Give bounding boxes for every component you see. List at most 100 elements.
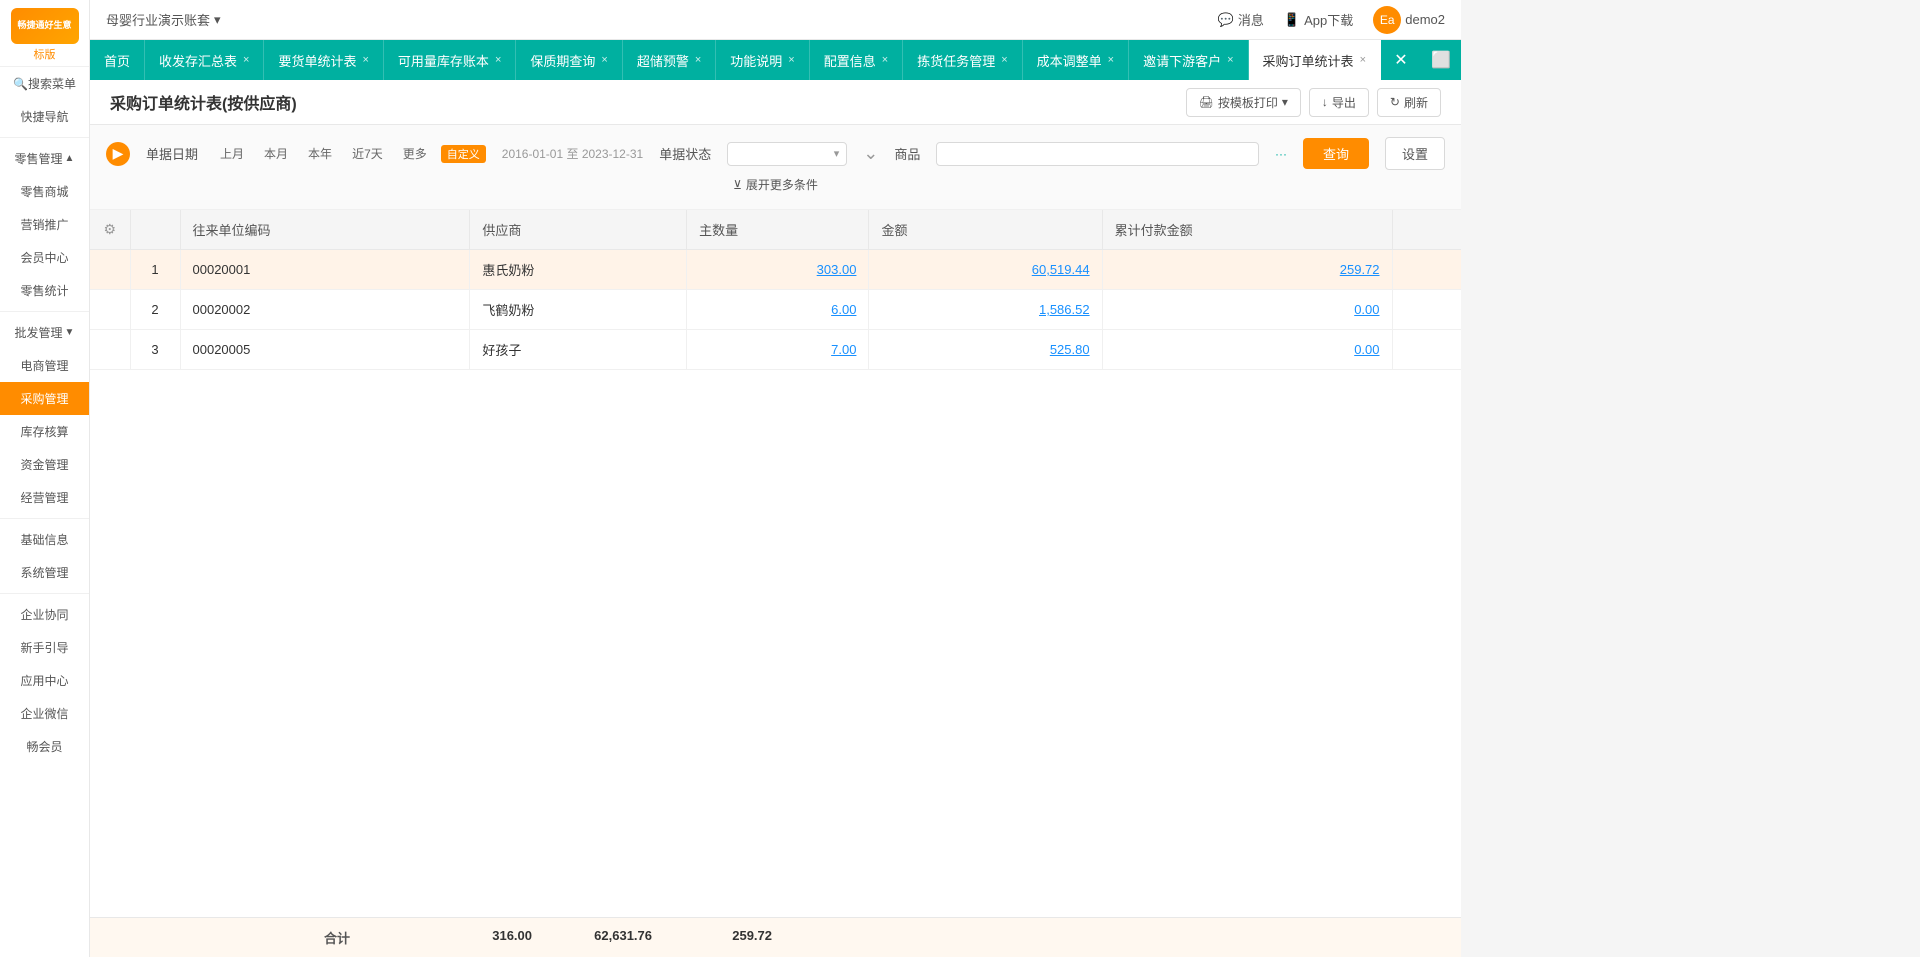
- sidebar-item-enterprise[interactable]: 企业协同: [0, 598, 89, 631]
- td-paid-1[interactable]: 259.72: [1102, 250, 1392, 290]
- tab-receive-pay-label: 收发存汇总表: [159, 51, 237, 70]
- sidebar-item-appstore[interactable]: 应用中心: [0, 664, 89, 697]
- td-index-1: 1: [130, 250, 180, 290]
- app-download-btn[interactable]: 📱 App下载: [1284, 10, 1353, 29]
- filter-expand-row: ⊻ 展开更多条件: [106, 170, 1445, 197]
- tab-invite-downstream[interactable]: 邀请下游客户 ×: [1129, 40, 1248, 80]
- sidebar-item-ops[interactable]: 经营管理: [0, 481, 89, 514]
- tab-purchase-summary-close[interactable]: ×: [1360, 54, 1366, 66]
- status-select[interactable]: [727, 142, 847, 166]
- sidebar-quicknav[interactable]: 快捷导航: [0, 100, 89, 133]
- td-qty-3[interactable]: 7.00: [687, 330, 869, 370]
- sidebar-search[interactable]: 🔍 搜索菜单: [0, 67, 89, 100]
- topnav-home[interactable]: 首页: [90, 40, 145, 80]
- wholesale-arrow: ▼: [65, 327, 75, 338]
- tab-available-stock-close[interactable]: ×: [495, 54, 501, 66]
- th-settings[interactable]: ⚙: [90, 210, 130, 250]
- sidebar-item-purchase[interactable]: 采购管理: [0, 382, 89, 415]
- user-info[interactable]: Ea demo2: [1373, 6, 1445, 34]
- expand-icon: ⊻: [733, 178, 742, 192]
- tab-available-stock[interactable]: 可用量库存账本 ×: [384, 40, 516, 80]
- header-bar: 采购订单统计表(按供应商) 🖨 按模板打印 ▾ ↓ 导出 ↻ 刷新: [90, 80, 1461, 125]
- maximize-btn[interactable]: ⬜: [1421, 40, 1461, 80]
- goods-input[interactable]: [936, 142, 1259, 166]
- shortcut-this-month[interactable]: 本月: [258, 143, 294, 164]
- filter-toggle-btn[interactable]: ▶: [106, 142, 130, 166]
- filter-area: ▶ 单据日期 上月 本月 本年 近7天 更多 自定义 2016-01-01 至 …: [90, 125, 1461, 210]
- footer-total-label: 合计: [312, 931, 362, 946]
- td-qty-1[interactable]: 303.00: [687, 250, 869, 290]
- tab-overstock-alert[interactable]: 超储预警 ×: [623, 40, 716, 80]
- td-settings-1: [90, 250, 130, 290]
- page-content: 采购订单统计表(按供应商) 🖨 按模板打印 ▾ ↓ 导出 ↻ 刷新: [90, 80, 1461, 957]
- sidebar-item-basic[interactable]: 基础信息: [0, 523, 89, 556]
- query-btn[interactable]: 查询: [1303, 138, 1369, 169]
- sidebar-item-retail-stats[interactable]: 零售统计: [0, 274, 89, 307]
- sidebar-item-wholesale[interactable]: 批发管理 ▼: [0, 316, 89, 349]
- template-dropdown-icon: ▾: [1282, 95, 1288, 109]
- sidebar-item-ecommerce[interactable]: 电商管理: [0, 349, 89, 382]
- sidebar-item-vip[interactable]: 畅会员: [0, 730, 89, 763]
- sidebar-item-retail-shop[interactable]: 零售商城: [0, 175, 89, 208]
- sidebar-item-newbie[interactable]: 新手引导: [0, 631, 89, 664]
- sidebar-item-members[interactable]: 会员中心: [0, 241, 89, 274]
- sidebar-item-finance[interactable]: 资金管理: [0, 448, 89, 481]
- setting-btn[interactable]: 设置: [1385, 137, 1445, 170]
- td-qty-2[interactable]: 6.00: [687, 290, 869, 330]
- tab-purchase-summary[interactable]: 采购订单统计表 ×: [1249, 40, 1381, 80]
- template-print-btn[interactable]: 🖨 按模板打印 ▾: [1186, 88, 1301, 117]
- table-row: 1 00020001 惠氏奶粉 303.00 60,519.44 259.72: [90, 250, 1461, 290]
- org-selector[interactable]: 母婴行业演示账套 ▾: [106, 10, 221, 29]
- tab-cost-adjust[interactable]: 成本调整单 ×: [1023, 40, 1129, 80]
- tab-config-close[interactable]: ×: [882, 54, 888, 66]
- tab-pick-task[interactable]: 拣货任务管理 ×: [903, 40, 1022, 80]
- td-settings-2: [90, 290, 130, 330]
- tab-cost-adjust-close[interactable]: ×: [1108, 54, 1114, 66]
- tab-invite-close[interactable]: ×: [1227, 54, 1233, 66]
- shortcut-more[interactable]: 更多: [397, 143, 433, 164]
- sidebar-item-inventory[interactable]: 库存核算: [0, 415, 89, 448]
- tab-expiry-close[interactable]: ×: [601, 54, 607, 66]
- shortcut-this-year[interactable]: 本年: [302, 143, 338, 164]
- tab-function-desc[interactable]: 功能说明 ×: [716, 40, 809, 80]
- close-all-tabs-btn[interactable]: ✕: [1381, 40, 1421, 80]
- td-unit-code-1: 00020001: [180, 250, 470, 290]
- tab-expiry[interactable]: 保质期查询 ×: [516, 40, 622, 80]
- td-amount-2[interactable]: 1,586.52: [869, 290, 1102, 330]
- export-btn[interactable]: ↓ 导出: [1309, 88, 1369, 117]
- shortcut-last-month[interactable]: 上月: [214, 143, 250, 164]
- ecommerce-label: 电商管理: [20, 357, 68, 374]
- app-download-label: App下载: [1304, 10, 1353, 29]
- date-shortcuts: 上月 本月 本年 近7天 更多 自定义: [214, 143, 486, 164]
- sidebar-item-retail-management[interactable]: 零售管理 ▲: [0, 142, 89, 175]
- sidebar-item-wechat[interactable]: 企业微信: [0, 697, 89, 730]
- basic-label: 基础信息: [20, 531, 68, 548]
- tab-receive-pay-close[interactable]: ×: [243, 54, 249, 66]
- tab-function-label: 功能说明: [730, 51, 782, 70]
- sidebar-item-system[interactable]: 系统管理: [0, 556, 89, 589]
- tab-function-close[interactable]: ×: [788, 54, 794, 66]
- td-index-2: 2: [130, 290, 180, 330]
- tab-receive-pay[interactable]: 收发存汇总表 ×: [145, 40, 264, 80]
- tab-order-stats-close[interactable]: ×: [362, 54, 368, 66]
- purchase-label: 采购管理: [20, 390, 68, 407]
- appstore-label: 应用中心: [20, 672, 68, 689]
- tab-order-stats[interactable]: 要货单统计表 ×: [264, 40, 383, 80]
- tab-config-info[interactable]: 配置信息 ×: [810, 40, 903, 80]
- tab-overstock-close[interactable]: ×: [695, 54, 701, 66]
- status-filter-label: 单据状态: [659, 144, 711, 163]
- settings-icon[interactable]: ⚙: [103, 221, 116, 237]
- date-filter-label: 单据日期: [146, 144, 198, 163]
- tab-pick-task-close[interactable]: ×: [1001, 54, 1007, 66]
- message-btn[interactable]: 💬 消息: [1218, 10, 1264, 29]
- sidebar-item-marketing[interactable]: 营销推广: [0, 208, 89, 241]
- td-paid-3[interactable]: 0.00: [1102, 330, 1392, 370]
- refresh-btn[interactable]: ↻ 刷新: [1377, 88, 1441, 117]
- td-amount-1[interactable]: 60,519.44: [869, 250, 1102, 290]
- expand-btn[interactable]: ⊻ 展开更多条件: [733, 176, 818, 193]
- goods-more-btn[interactable]: ···: [1275, 147, 1287, 161]
- td-amount-3[interactable]: 525.80: [869, 330, 1102, 370]
- shortcut-7days[interactable]: 近7天: [346, 143, 389, 164]
- td-paid-2[interactable]: 0.00: [1102, 290, 1392, 330]
- td-extra-2: [1392, 290, 1461, 330]
